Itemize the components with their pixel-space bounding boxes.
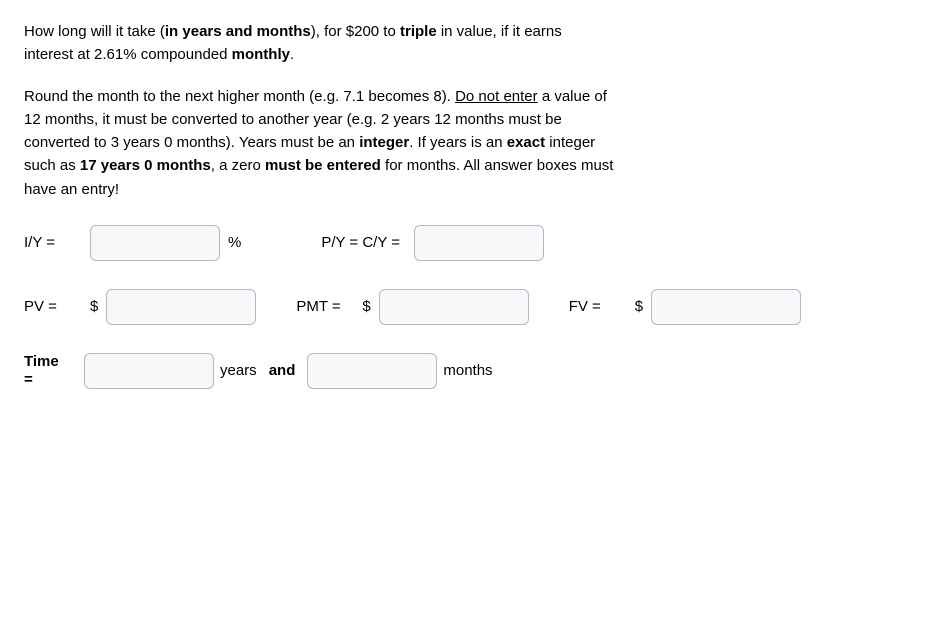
py-input[interactable]	[414, 225, 544, 261]
and-text: and	[269, 362, 296, 379]
instruction-bold-must: must be entered	[265, 157, 381, 174]
fv-label: FV =	[569, 298, 629, 315]
months-input[interactable]	[307, 353, 437, 389]
instruction-line3-pre: converted to 3 years 0 months). Years mu…	[24, 134, 359, 151]
question-bold-monthly: monthly	[232, 46, 290, 63]
time-label-bottom: =	[24, 371, 33, 389]
iy-py-row: I/Y = % P/Y = C/Y =	[24, 225, 911, 261]
time-label-top: Time	[24, 353, 59, 371]
instruction-block: Round the month to the next higher month…	[24, 85, 911, 201]
years-input[interactable]	[84, 353, 214, 389]
instruction-do-not-enter: Do not enter	[455, 88, 538, 105]
fields-section: I/Y = % P/Y = C/Y = PV = $ PMT = $ FV = …	[24, 225, 911, 389]
question-bold-years-months: in years and months	[165, 23, 311, 40]
time-row: Time = years and months	[24, 353, 911, 389]
question-block: How long will it take (in years and mont…	[24, 20, 911, 67]
question-bold-triple: triple	[400, 23, 437, 40]
py-label: P/Y = C/Y =	[321, 234, 400, 251]
py-group: P/Y = C/Y =	[321, 225, 544, 261]
instruction-line4-mid: , a zero	[211, 157, 265, 174]
question-text-pre: How long will it take (	[24, 23, 165, 40]
instruction-line3-post: integer	[545, 134, 595, 151]
pv-label: PV =	[24, 298, 84, 315]
fv-group: FV = $	[569, 289, 801, 325]
time-label-container: Time =	[24, 353, 68, 389]
pv-dollar-symbol: $	[90, 298, 98, 315]
instruction-line4-post: for months. All answer boxes must	[381, 157, 614, 174]
instruction-line3-mid: . If years is an	[409, 134, 507, 151]
iy-group: I/Y = %	[24, 225, 241, 261]
instruction-bold-integer: integer	[359, 134, 409, 151]
pv-input[interactable]	[106, 289, 256, 325]
iy-input[interactable]	[90, 225, 220, 261]
iy-label: I/Y =	[24, 234, 84, 251]
percent-symbol: %	[228, 234, 241, 251]
pmt-label: PMT =	[296, 298, 356, 315]
question-text-mid: ), for $200 to	[311, 23, 400, 40]
question-text-post: in value, if it earns	[437, 23, 562, 40]
fv-dollar-symbol: $	[635, 298, 643, 315]
instruction-line1-post: a value of	[538, 88, 607, 105]
pmt-dollar-symbol: $	[362, 298, 370, 315]
years-unit: years	[220, 362, 257, 379]
question-period: .	[290, 46, 294, 63]
fv-input[interactable]	[651, 289, 801, 325]
instruction-line1-pre: Round the month to the next higher month…	[24, 88, 455, 105]
question-line2: interest at 2.61% compounded	[24, 46, 232, 63]
pmt-input[interactable]	[379, 289, 529, 325]
instruction-bold-17: 17 years 0 months	[80, 157, 211, 174]
pv-pmt-fv-row: PV = $ PMT = $ FV = $	[24, 289, 911, 325]
instruction-line5: have an entry!	[24, 181, 119, 198]
pv-group: PV = $	[24, 289, 256, 325]
instruction-line2: 12 months, it must be converted to anoth…	[24, 111, 562, 128]
months-unit: months	[443, 362, 492, 379]
pmt-group: PMT = $	[296, 289, 528, 325]
instruction-bold-exact: exact	[507, 134, 545, 151]
instruction-line4-pre: such as	[24, 157, 80, 174]
